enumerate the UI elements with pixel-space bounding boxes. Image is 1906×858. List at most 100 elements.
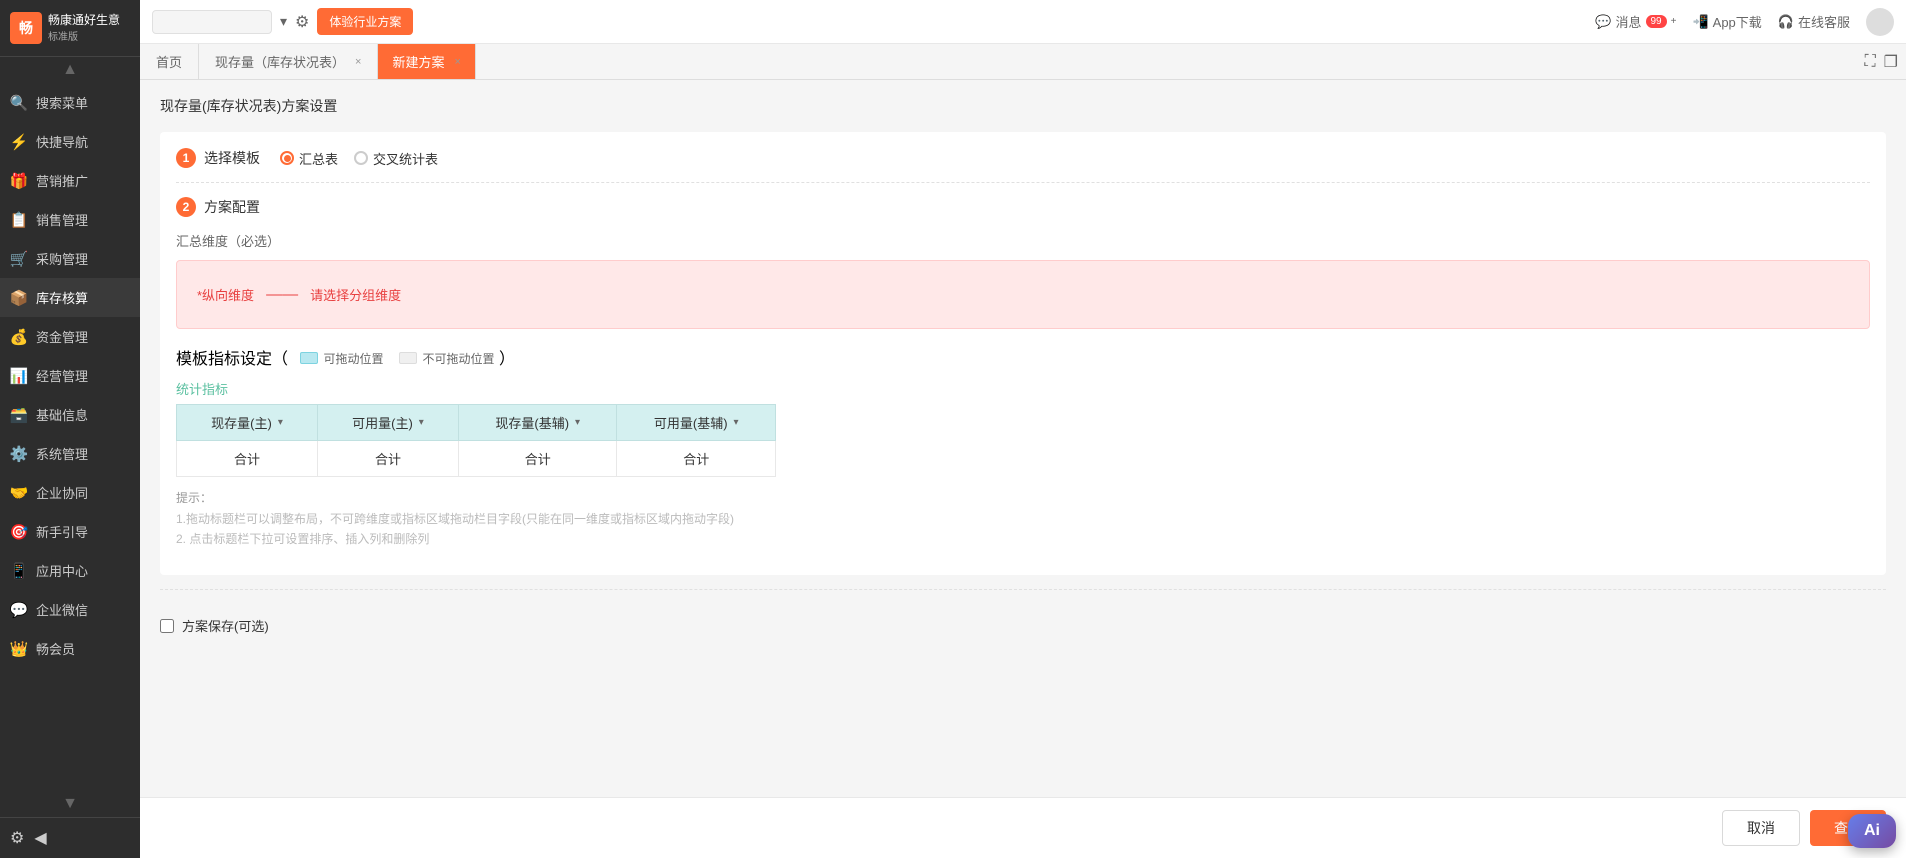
collapse-sidebar-icon[interactable]: ◀ <box>34 828 46 848</box>
sidebar-nav: 🔍 搜索菜单 ⚡ 快捷导航 🎁 营销推广 📋 销售管理 🛒 采购管理 📦 库存核… <box>0 83 140 791</box>
col-chevron-1[interactable]: ▾ <box>419 417 424 428</box>
tab-inventory-close-icon[interactable]: × <box>355 56 361 68</box>
radio-cross-label: 交叉统计表 <box>373 149 438 168</box>
service-icon: 🎧 <box>1778 14 1794 30</box>
step1-badge: 1 <box>176 148 196 168</box>
draggable-legend-label: 可拖动位置 <box>323 350 383 367</box>
main-area: ▾ ⚙ 体验行业方案 💬 消息 99 + 📲 App下载 🎧 在线客服 首页 <box>140 0 1906 858</box>
sidebar-item-label: 经营管理 <box>36 366 88 385</box>
member-icon: 👑 <box>10 640 28 658</box>
settings-icon[interactable]: ⚙ <box>10 828 24 848</box>
sidebar-item-label: 搜索菜单 <box>36 93 88 112</box>
col-header-3[interactable]: 可用量(基辅) ▾ <box>617 405 776 441</box>
topbar-left: ▾ ⚙ 体验行业方案 <box>152 8 1587 35</box>
sidebar-item-sales[interactable]: 📋 销售管理 <box>0 200 140 239</box>
sidebar-item-operations[interactable]: 📊 经营管理 <box>0 356 140 395</box>
topbar-online-service-button[interactable]: 🎧 在线客服 <box>1778 12 1850 31</box>
sidebar-bottom: ⚙ ◀ <box>0 817 140 858</box>
tab-new-scheme[interactable]: 新建方案 × <box>378 44 475 79</box>
col-header-1[interactable]: 可用量(主) ▾ <box>317 405 458 441</box>
service-label: 在线客服 <box>1798 12 1850 31</box>
wechat-icon: 💬 <box>10 601 28 619</box>
message-icon: 💬 <box>1595 14 1611 30</box>
col-chevron-3[interactable]: ▾ <box>734 417 739 428</box>
system-icon: ⚙️ <box>10 445 28 463</box>
sidebar-scroll-up[interactable]: ▲ <box>0 57 140 83</box>
newbie-icon: 🎯 <box>10 523 28 541</box>
template-settings-label: 模板指标设定（ <box>176 351 288 368</box>
sidebar-item-marketing[interactable]: 🎁 营销推广 <box>0 161 140 200</box>
basic-icon: 🗃️ <box>10 406 28 424</box>
sidebar-item-label: 营销推广 <box>36 171 88 190</box>
col-header-2[interactable]: 现存量(基辅) ▾ <box>458 405 617 441</box>
search-icon: 🔍 <box>10 94 28 112</box>
radio-summary-dot <box>284 155 291 162</box>
topbar-dropdown-button[interactable]: ▾ <box>280 13 287 30</box>
legend-items: 可拖动位置 不可拖动位置 <box>300 350 494 367</box>
tips-item-1: 2. 点击标题栏下拉可设置排序、插入列和删除列 <box>176 530 1870 547</box>
sidebar-item-basic[interactable]: 🗃️ 基础信息 <box>0 395 140 434</box>
pink-dimension-area[interactable]: *纵向维度 —— 请选择分组维度 <box>176 260 1870 329</box>
template-settings-row: 模板指标设定（ 可拖动位置 不可拖动位置 ） <box>176 345 1870 369</box>
sidebar-item-contract[interactable]: 🤝 企业协同 <box>0 473 140 512</box>
message-label: 消息 <box>1615 12 1641 31</box>
sidebar-item-label: 销售管理 <box>36 210 88 229</box>
cell-0: 合计 <box>177 441 318 477</box>
tab-new-scheme-close-icon[interactable]: × <box>454 56 460 68</box>
topbar-app-download-button[interactable]: 📲 App下载 <box>1692 12 1761 31</box>
radio-cross-table[interactable]: 交叉统计表 <box>354 149 438 168</box>
user-avatar[interactable] <box>1866 8 1894 36</box>
sidebar-item-system[interactable]: ⚙️ 系统管理 <box>0 434 140 473</box>
tab-inventory-status[interactable]: 现存量（库存状况表） × <box>199 44 378 79</box>
message-badge: 99 <box>1646 15 1667 28</box>
tips-item-1-text: 2. 点击标题栏下拉可设置排序、插入列和删除列 <box>176 532 429 546</box>
col-chevron-2[interactable]: ▾ <box>575 417 580 428</box>
radio-summary-table[interactable]: 汇总表 <box>280 149 338 168</box>
step2-badge: 2 <box>176 197 196 217</box>
sidebar-item-purchase[interactable]: 🛒 采购管理 <box>0 239 140 278</box>
tab-expand-icon[interactable]: ⛶ <box>1864 53 1875 71</box>
stats-label: 统计指标 <box>176 379 1870 398</box>
tab-home[interactable]: 首页 <box>140 44 199 79</box>
topbar-search-input[interactable] <box>152 10 272 34</box>
radio-summary-circle <box>280 151 294 165</box>
topbar: ▾ ⚙ 体验行业方案 💬 消息 99 + 📲 App下载 🎧 在线客服 <box>140 0 1906 44</box>
sidebar-item-wechat[interactable]: 💬 企业微信 <box>0 590 140 629</box>
scheme-settings-card: 1 选择模板 汇总表 交叉统计表 <box>160 132 1886 575</box>
sidebar-scroll-down[interactable]: ▼ <box>0 791 140 817</box>
draggable-legend: 可拖动位置 <box>300 350 383 367</box>
sidebar-item-finance[interactable]: 💰 资金管理 <box>0 317 140 356</box>
sidebar-item-label: 资金管理 <box>36 327 88 346</box>
sidebar-item-apps[interactable]: 📱 应用中心 <box>0 551 140 590</box>
content-area: 现存量(库存状况表)方案设置 1 选择模板 汇总表 交叉统计表 <box>140 80 1906 797</box>
sidebar-item-newbie[interactable]: 🎯 新手引导 <box>0 512 140 551</box>
sidebar-item-label: 快捷导航 <box>36 132 88 151</box>
ai-float-button[interactable]: Ai <box>1848 814 1896 848</box>
col-label-3: 可用量(基辅) <box>654 413 728 432</box>
non-draggable-legend-box <box>399 352 417 364</box>
col-label-0: 现存量(主) <box>211 413 272 432</box>
save-checkbox[interactable] <box>160 619 174 633</box>
col-chevron-0[interactable]: ▾ <box>278 417 283 428</box>
tab-restore-icon[interactable]: ❐ <box>1884 52 1898 72</box>
sidebar-item-member[interactable]: 👑 畅会员 <box>0 629 140 668</box>
save-label: 方案保存(可选) <box>182 616 269 635</box>
sidebar-item-quick-nav[interactable]: ⚡ 快捷导航 <box>0 122 140 161</box>
sidebar-item-inventory[interactable]: 📦 库存核算 <box>0 278 140 317</box>
cell-3: 合计 <box>617 441 776 477</box>
col-label-1: 可用量(主) <box>352 413 413 432</box>
tab-new-scheme-label: 新建方案 <box>392 52 444 71</box>
topbar-right: 💬 消息 99 + 📲 App下载 🎧 在线客服 <box>1595 8 1894 36</box>
non-draggable-legend-label: 不可拖动位置 <box>422 350 494 367</box>
trial-industry-button[interactable]: 体验行业方案 <box>317 8 413 35</box>
non-draggable-legend: 不可拖动位置 <box>399 350 494 367</box>
cancel-button[interactable]: 取消 <box>1722 810 1800 846</box>
sidebar-item-search[interactable]: 🔍 搜索菜单 <box>0 83 140 122</box>
page-title: 现存量(库存状况表)方案设置 <box>160 96 1886 116</box>
col-header-0[interactable]: 现存量(主) ▾ <box>177 405 318 441</box>
topbar-message-button[interactable]: 💬 消息 99 + <box>1595 12 1676 31</box>
topbar-gear-icon[interactable]: ⚙ <box>295 12 309 32</box>
step1-title: 选择模板 <box>204 148 260 168</box>
stats-table: 现存量(主) ▾ 可用量(主) ▾ <box>176 404 776 477</box>
bottom-bar: 取消 查询 <box>140 797 1906 858</box>
